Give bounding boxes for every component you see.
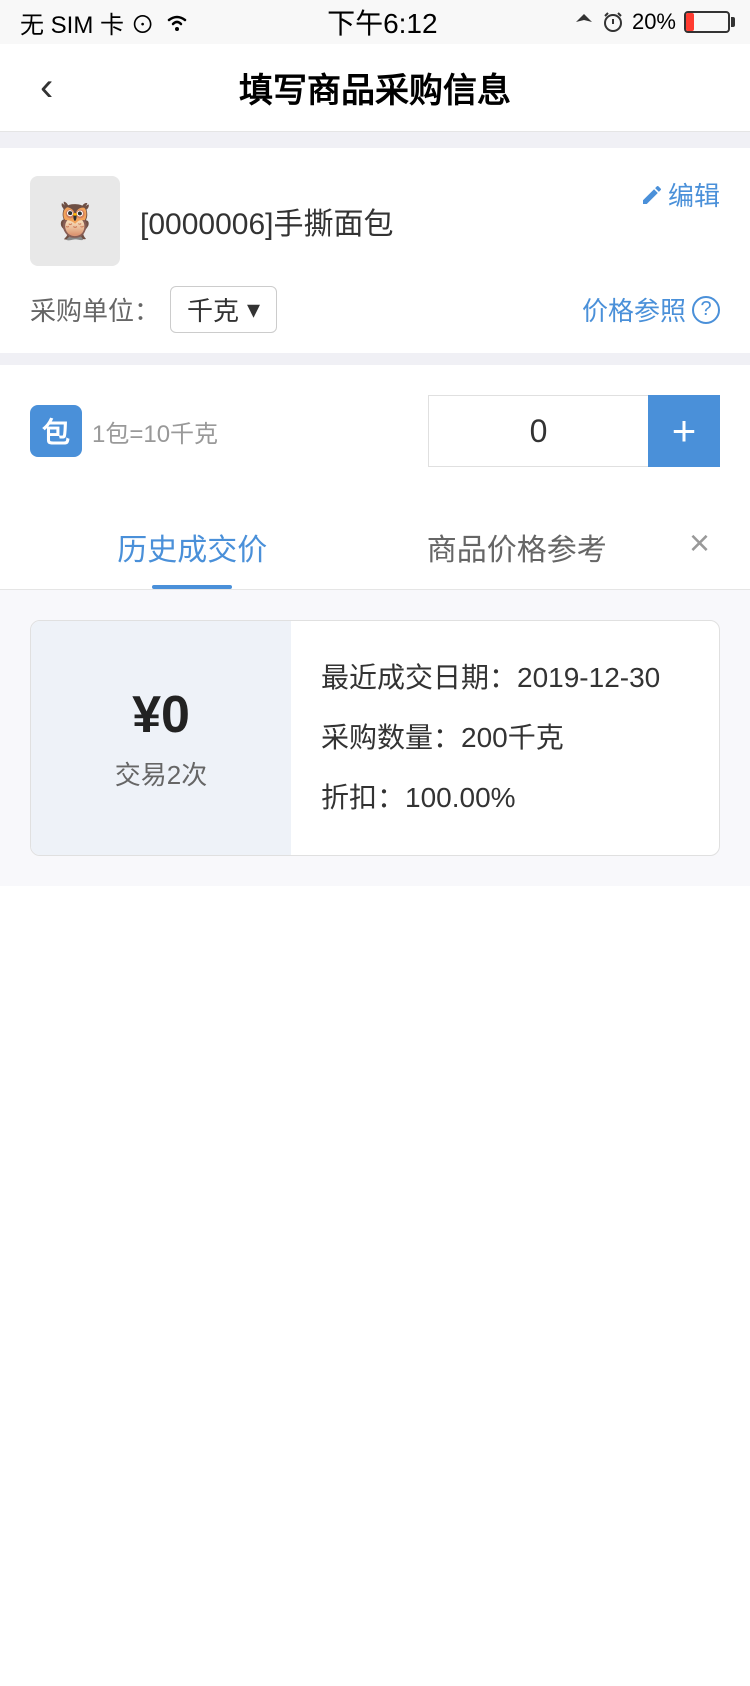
price-card: ¥0 交易2次 最近成交日期：2019-12-30 采购数量：200千克 折扣：… [30,620,720,856]
unit-value: 千克 [187,291,239,328]
recent-date-value: 2019-12-30 [517,662,660,693]
edit-label: 编辑 [668,176,720,213]
page-title: 填写商品采购信息 [239,63,511,112]
purchase-qty-value: 200千克 [461,722,564,753]
tab-reference-label: 商品价格参考 [427,534,607,567]
discount-row: 折扣：100.00% [321,777,689,819]
nav-bar: ‹ 填写商品采购信息 [0,44,750,132]
tab-history-label: 历史成交价 [117,534,267,567]
price-value: ¥0 [132,685,190,745]
battery-icon [684,11,730,33]
price-card-area: ¥0 交易2次 最近成交日期：2019-12-30 采购数量：200千克 折扣：… [0,590,750,886]
price-card-left: ¥0 交易2次 [31,621,291,855]
product-unit-row: 采购单位： 千克 ▾ 价格参照 ? [30,286,720,333]
tab-close-button[interactable]: × [679,512,720,574]
unit-select[interactable]: 千克 ▾ [170,286,277,333]
unit-label: 采购单位： [30,291,160,328]
discount-value: 100.00% [405,782,516,813]
wifi-icon [163,12,191,32]
tab-history[interactable]: 历史成交价 [30,497,354,589]
product-section: 🦉 [0000006]手撕面包 编辑 采购单位： 千克 ▾ 价格参照 ? [0,148,750,353]
back-button[interactable]: ‹ [30,55,63,120]
status-left: 无 SIM 卡 ⊙ [20,5,191,40]
location-icon [574,12,594,32]
price-ref-label: 价格参照 [582,291,686,328]
edit-button[interactable]: 编辑 [640,176,720,213]
signal-text: 无 SIM 卡 ⊙ [20,5,155,40]
price-trade-count: 交易2次 [115,755,207,792]
status-right: 20% [574,9,730,35]
product-thumbnail: 🦉 [30,176,120,266]
battery-percent: 20% [632,9,676,35]
price-ref-button[interactable]: 价格参照 ? [582,291,720,328]
tab-bar: 历史成交价 商品价格参考 × [0,497,750,590]
status-time: 下午6:12 [327,2,438,42]
main-body [0,886,750,1686]
product-header: 🦉 [0000006]手撕面包 编辑 [30,176,720,266]
product-logo: 🦉 [53,200,98,242]
recent-date-label: 最近成交日期： [321,662,517,693]
qty-input-wrapper: + [428,395,720,467]
tab-section: 历史成交价 商品价格参考 × ¥0 交易2次 最近成交日期：2019-12-30… [0,497,750,1686]
qty-plus-button[interactable]: + [648,395,720,467]
qty-pack-badge: 包 [30,405,82,457]
qty-subtext: 1包=10千克 [92,414,218,449]
qty-label: 包 1包=10千克 [30,405,218,457]
purchase-qty-row: 采购数量：200千克 [321,717,689,759]
purchase-qty-label: 采购数量： [321,722,461,753]
tab-reference[interactable]: 商品价格参考 [354,497,678,589]
status-bar: 无 SIM 卡 ⊙ 下午6:12 20% [0,0,750,44]
price-currency: ¥ [132,686,161,744]
price-amount: 0 [161,686,190,744]
alarm-icon [602,11,624,33]
product-name: [0000006]手撕面包 [140,199,393,243]
product-left: 🦉 [0000006]手撕面包 [30,176,393,266]
unit-row-left: 采购单位： 千克 ▾ [30,286,277,333]
unit-dropdown-arrow: ▾ [247,294,260,325]
section-divider [0,353,750,365]
price-ref-icon: ? [692,296,720,324]
qty-pack-label: 包 [42,411,70,451]
qty-plus-icon: + [672,407,697,455]
quantity-section: 包 1包=10千克 + [0,365,750,497]
discount-label: 折扣： [321,782,405,813]
qty-input[interactable] [428,395,648,467]
recent-date-row: 最近成交日期：2019-12-30 [321,657,689,699]
price-card-right: 最近成交日期：2019-12-30 采购数量：200千克 折扣：100.00% [291,621,719,855]
edit-icon [640,183,664,207]
